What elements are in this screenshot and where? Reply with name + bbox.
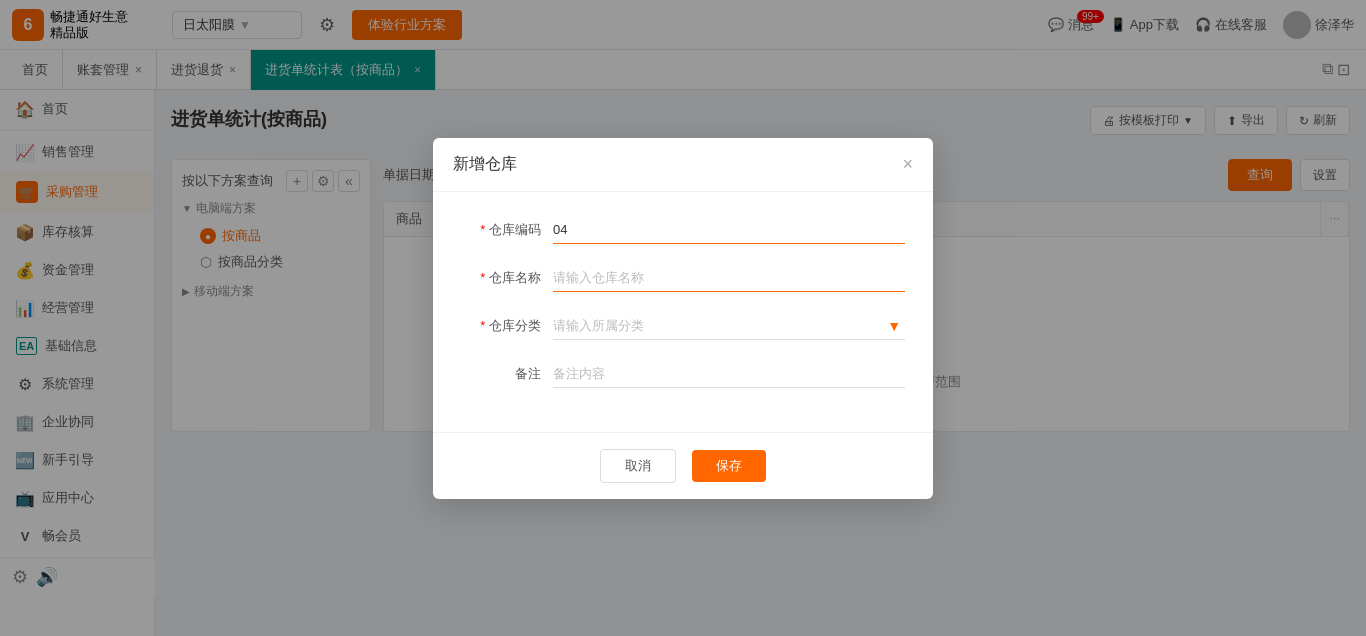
name-label: 仓库名称: [461, 269, 541, 287]
category-label: 仓库分类: [461, 317, 541, 335]
save-button[interactable]: 保存: [692, 450, 766, 482]
category-select[interactable]: 请输入所属分类: [553, 312, 905, 340]
dialog-footer: 取消 保存: [433, 432, 933, 499]
form-row-remark: 备注: [461, 360, 905, 388]
form-row-category: 仓库分类 请输入所属分类 ▼: [461, 312, 905, 340]
form-row-code: 仓库编码: [461, 216, 905, 244]
dialog-title: 新增仓库: [453, 154, 517, 175]
dialog-body: 仓库编码 仓库名称 仓库分类 请输入所属分类 ▼ 备注: [433, 192, 933, 432]
new-warehouse-dialog: 新增仓库 × 仓库编码 仓库名称 仓库分类 请输入所属分类 ▼: [433, 138, 933, 499]
name-input[interactable]: [553, 264, 905, 292]
code-input[interactable]: [553, 216, 905, 244]
remark-label: 备注: [461, 365, 541, 383]
dialog-close-icon[interactable]: ×: [902, 154, 913, 175]
form-row-name: 仓库名称: [461, 264, 905, 292]
cancel-button[interactable]: 取消: [600, 449, 676, 483]
remark-input[interactable]: [553, 360, 905, 388]
code-label: 仓库编码: [461, 221, 541, 239]
dialog-overlay: 新增仓库 × 仓库编码 仓库名称 仓库分类 请输入所属分类 ▼: [0, 0, 1366, 636]
category-select-wrapper: 请输入所属分类 ▼: [553, 312, 905, 340]
dialog-header: 新增仓库 ×: [433, 138, 933, 192]
